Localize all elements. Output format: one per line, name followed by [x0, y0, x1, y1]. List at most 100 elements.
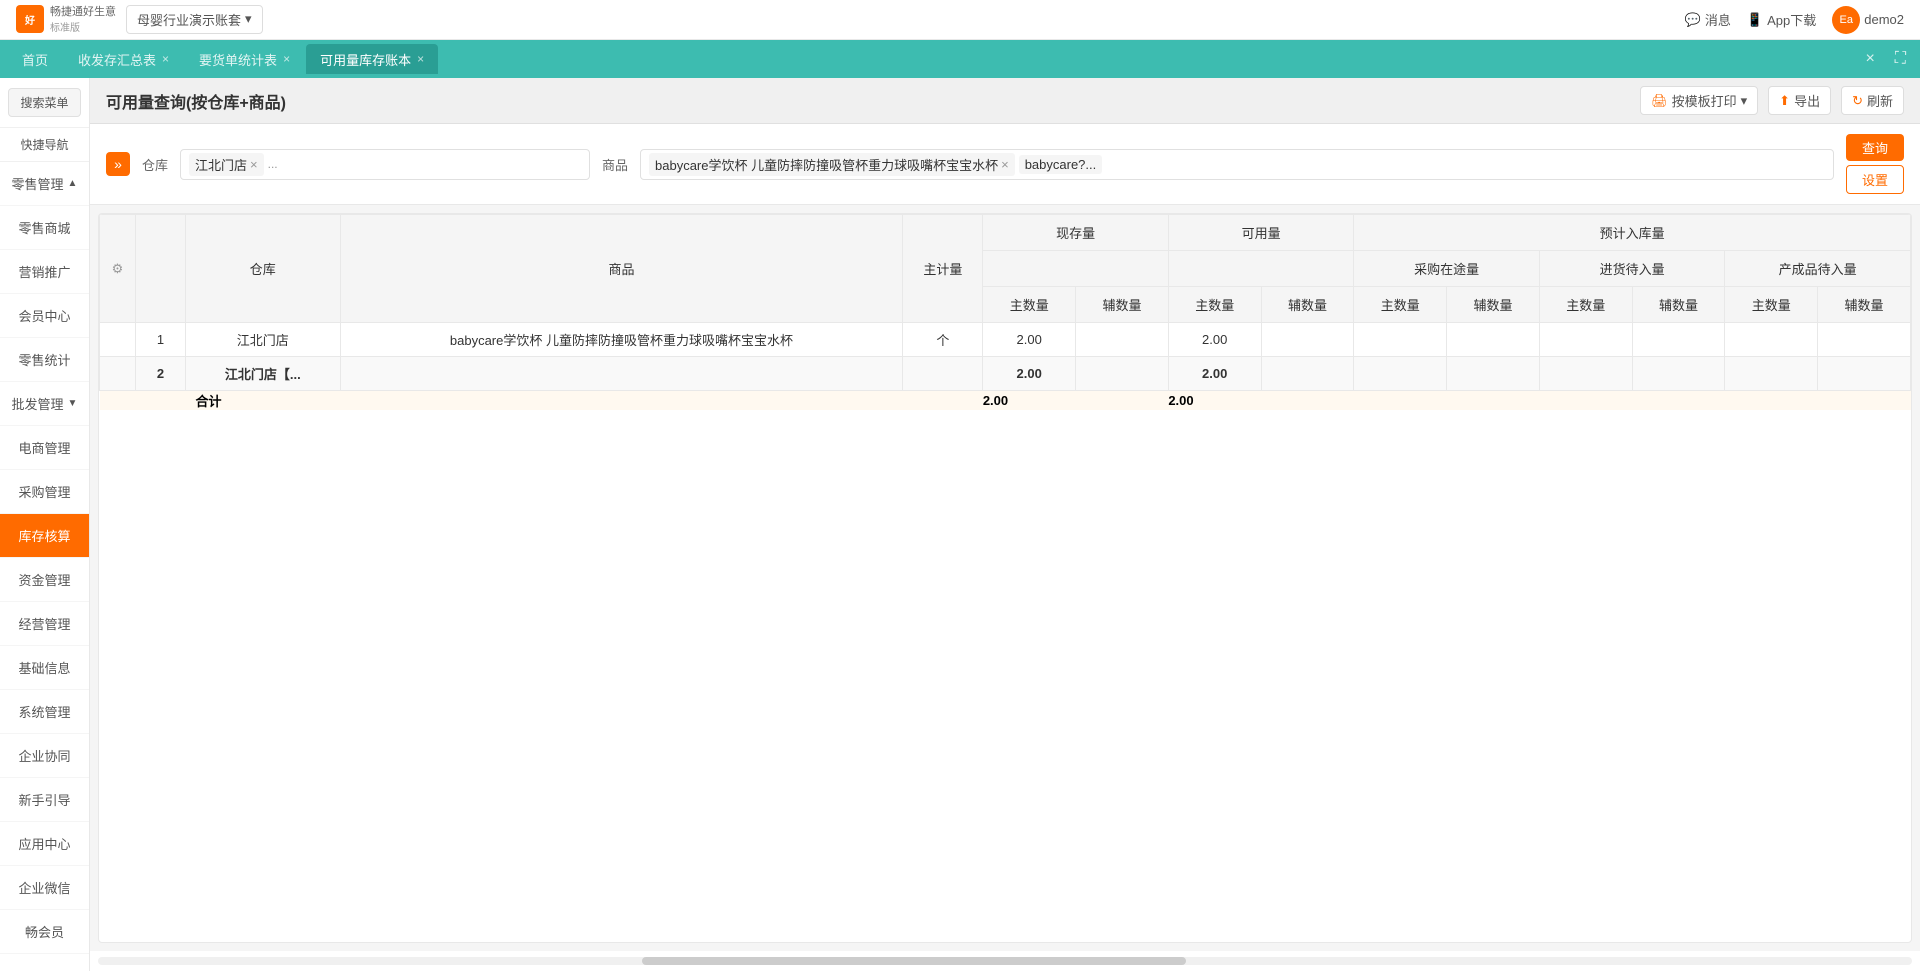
td-settings-1 — [100, 323, 136, 357]
td-prod-aux-1 — [1818, 323, 1911, 357]
sidebar-item-ecommerce[interactable]: 电商管理 — [0, 426, 89, 470]
message-btn[interactable]: 💬 消息 — [1685, 10, 1731, 29]
export-btn[interactable]: ⬆ 导出 — [1768, 86, 1831, 115]
th-prod-aux: 辅数量 — [1818, 287, 1911, 323]
th-index — [136, 215, 186, 323]
td-warehouse-1: 江北门店 — [186, 323, 341, 357]
sidebar-item-marketing[interactable]: 营销推广 — [0, 250, 89, 294]
scrollbar-thumb[interactable] — [642, 957, 1186, 965]
sidebar-item-zero-retail-store[interactable]: 零售商城 — [0, 206, 89, 250]
tab-home[interactable]: 首页 — [8, 44, 62, 74]
page-actions: 🖨 按模板打印 ▾ ⬆ 导出 ↻ 刷新 — [1640, 86, 1904, 115]
th-product: 商品 — [340, 215, 903, 323]
sidebar-label-wechat: 企业微信 — [18, 878, 70, 897]
sidebar-item-zero-retail-mgmt[interactable]: 零售管理 ▲ — [0, 162, 89, 206]
logo-subtext: 标准版 — [50, 19, 116, 34]
print-label: 按模板打印 — [1672, 91, 1737, 110]
filter-buttons: 查询 设置 — [1846, 134, 1904, 194]
warehouse-remove-btn[interactable]: × — [250, 157, 258, 172]
arrow-down-icon: ▼ — [68, 398, 78, 409]
settings-btn[interactable]: 设置 — [1846, 165, 1904, 194]
avatar: Ea — [1832, 6, 1860, 34]
close-receivable-tab[interactable]: × — [162, 52, 169, 66]
sidebar-item-enterprise-collab[interactable]: 企业协同 — [0, 734, 89, 778]
th-avail-aux: 辅数量 — [1261, 287, 1354, 323]
td-avail-aux-2 — [1261, 357, 1354, 391]
nav-tabs-right: × ⛶ — [1859, 48, 1912, 70]
td-avail-main-1: 2.00 — [1168, 323, 1261, 357]
industry-selector[interactable]: 母婴行业演示账套 ▾ — [126, 5, 263, 34]
product1-remove-btn[interactable]: × — [1001, 157, 1009, 172]
td-warehouse-2: 江北门店【... — [186, 357, 341, 391]
quick-nav-btn[interactable]: 快捷导航 — [0, 128, 89, 162]
th-current-aux: 辅数量 — [1076, 287, 1169, 323]
product-tag1-text: babycare学饮杯 儿童防摔防撞吸管杯重力球吸嘴杯宝宝水杯 — [655, 155, 998, 174]
tab-available-inventory[interactable]: 可用量库存账本 × — [306, 44, 438, 74]
td-summary-pt-main — [1354, 391, 1447, 411]
logo-text-area: 畅捷通好生意 标准版 — [50, 5, 116, 34]
fullscreen-btn[interactable]: ⛶ — [1889, 48, 1912, 70]
sidebar: 搜索菜单 快捷导航 零售管理 ▲ 零售商城 营销推广 会员中心 零售统计 批发管… — [0, 78, 90, 971]
scrollbar-track[interactable] — [98, 957, 1912, 965]
print-btn[interactable]: 🖨 按模板打印 ▾ — [1640, 86, 1758, 115]
logo-icon: 好 — [16, 5, 44, 33]
td-summary-pt-aux — [1447, 391, 1540, 411]
th-in-main: 主数量 — [1539, 287, 1632, 323]
td-in-main-2 — [1539, 357, 1632, 391]
sidebar-item-finance[interactable]: 资金管理 — [0, 558, 89, 602]
tab-receivable-summary[interactable]: 收发存汇总表 × — [64, 44, 183, 74]
th-products-pending: 产成品待入量 — [1725, 251, 1911, 287]
sidebar-label-vip: 畅会员 — [25, 922, 64, 941]
td-prod-aux-2 — [1818, 357, 1911, 391]
header-left: 好 畅捷通好生意 标准版 母婴行业演示账套 ▾ — [16, 5, 263, 34]
warehouse-input[interactable]: 江北门店 × ... — [180, 149, 590, 180]
scrollbar-area — [90, 951, 1920, 971]
close-available-tab[interactable]: × — [417, 52, 424, 66]
td-curr-main-2: 2.00 — [983, 357, 1076, 391]
refresh-icon: ↻ — [1852, 93, 1863, 109]
th-available: 可用量 — [1168, 215, 1354, 251]
filter-expand-btn[interactable]: » — [106, 152, 130, 176]
close-order-tab[interactable]: × — [283, 52, 290, 66]
td-summary-label: 合计 — [186, 391, 983, 411]
app-download-label: App下载 — [1767, 10, 1816, 29]
search-menu-btn[interactable]: 搜索菜单 — [8, 88, 81, 117]
refresh-btn[interactable]: ↻ 刷新 — [1841, 86, 1904, 115]
th-current-sub — [983, 251, 1169, 287]
td-product-2 — [340, 357, 903, 391]
sidebar-item-retail-stats[interactable]: 零售统计 — [0, 338, 89, 382]
th-incoming: 进货待入量 — [1539, 251, 1725, 287]
sidebar-item-vip[interactable]: 畅会员 — [0, 910, 89, 954]
sidebar-item-new-guide[interactable]: 新手引导 — [0, 778, 89, 822]
tab-order-stats[interactable]: 要货单统计表 × — [185, 44, 304, 74]
sidebar-item-wholesale[interactable]: 批发管理 ▼ — [0, 382, 89, 426]
th-settings[interactable]: ⚙ — [100, 215, 136, 323]
user-area[interactable]: Ea demo2 — [1832, 6, 1904, 34]
sidebar-label-retail-stats: 零售统计 — [18, 350, 70, 369]
sidebar-item-enterprise-wechat[interactable]: 企业微信 — [0, 866, 89, 910]
sidebar-item-member[interactable]: 会员中心 — [0, 294, 89, 338]
th-in-aux: 辅数量 — [1632, 287, 1725, 323]
sidebar-label-zero-retail: 零售管理 — [12, 174, 64, 193]
sidebar-item-app-center[interactable]: 应用中心 — [0, 822, 89, 866]
sidebar-item-system[interactable]: 系统管理 — [0, 690, 89, 734]
td-in-aux-1 — [1632, 323, 1725, 357]
td-index-2: 2 — [136, 357, 186, 391]
sidebar-item-basic-info[interactable]: 基础信息 — [0, 646, 89, 690]
sidebar-label-collab: 企业协同 — [18, 746, 70, 765]
product-input[interactable]: babycare学饮杯 儿童防摔防撞吸管杯重力球吸嘴杯宝宝水杯 × babyca… — [640, 149, 1834, 180]
sidebar-label-finance: 资金管理 — [18, 570, 70, 589]
sidebar-item-operations[interactable]: 经营管理 — [0, 602, 89, 646]
sidebar-item-purchase[interactable]: 采购管理 — [0, 470, 89, 514]
td-summary-curr-aux — [1076, 391, 1169, 411]
close-window-btn[interactable]: × — [1859, 48, 1880, 70]
logo-area: 好 畅捷通好生意 标准版 — [16, 5, 116, 34]
settings-icon[interactable]: ⚙ — [112, 261, 124, 276]
sidebar-label-marketing: 营销推广 — [18, 262, 70, 281]
app-download-btn[interactable]: 📱 App下载 — [1747, 10, 1816, 29]
table-row: 1 江北门店 babycare学饮杯 儿童防摔防撞吸管杯重力球吸嘴杯宝宝水杯 个… — [100, 323, 1911, 357]
chevron-down-icon: ▾ — [245, 11, 252, 27]
query-btn[interactable]: 查询 — [1846, 134, 1904, 161]
sidebar-item-inventory[interactable]: 库存核算 — [0, 514, 89, 558]
message-label: 消息 — [1705, 10, 1731, 29]
